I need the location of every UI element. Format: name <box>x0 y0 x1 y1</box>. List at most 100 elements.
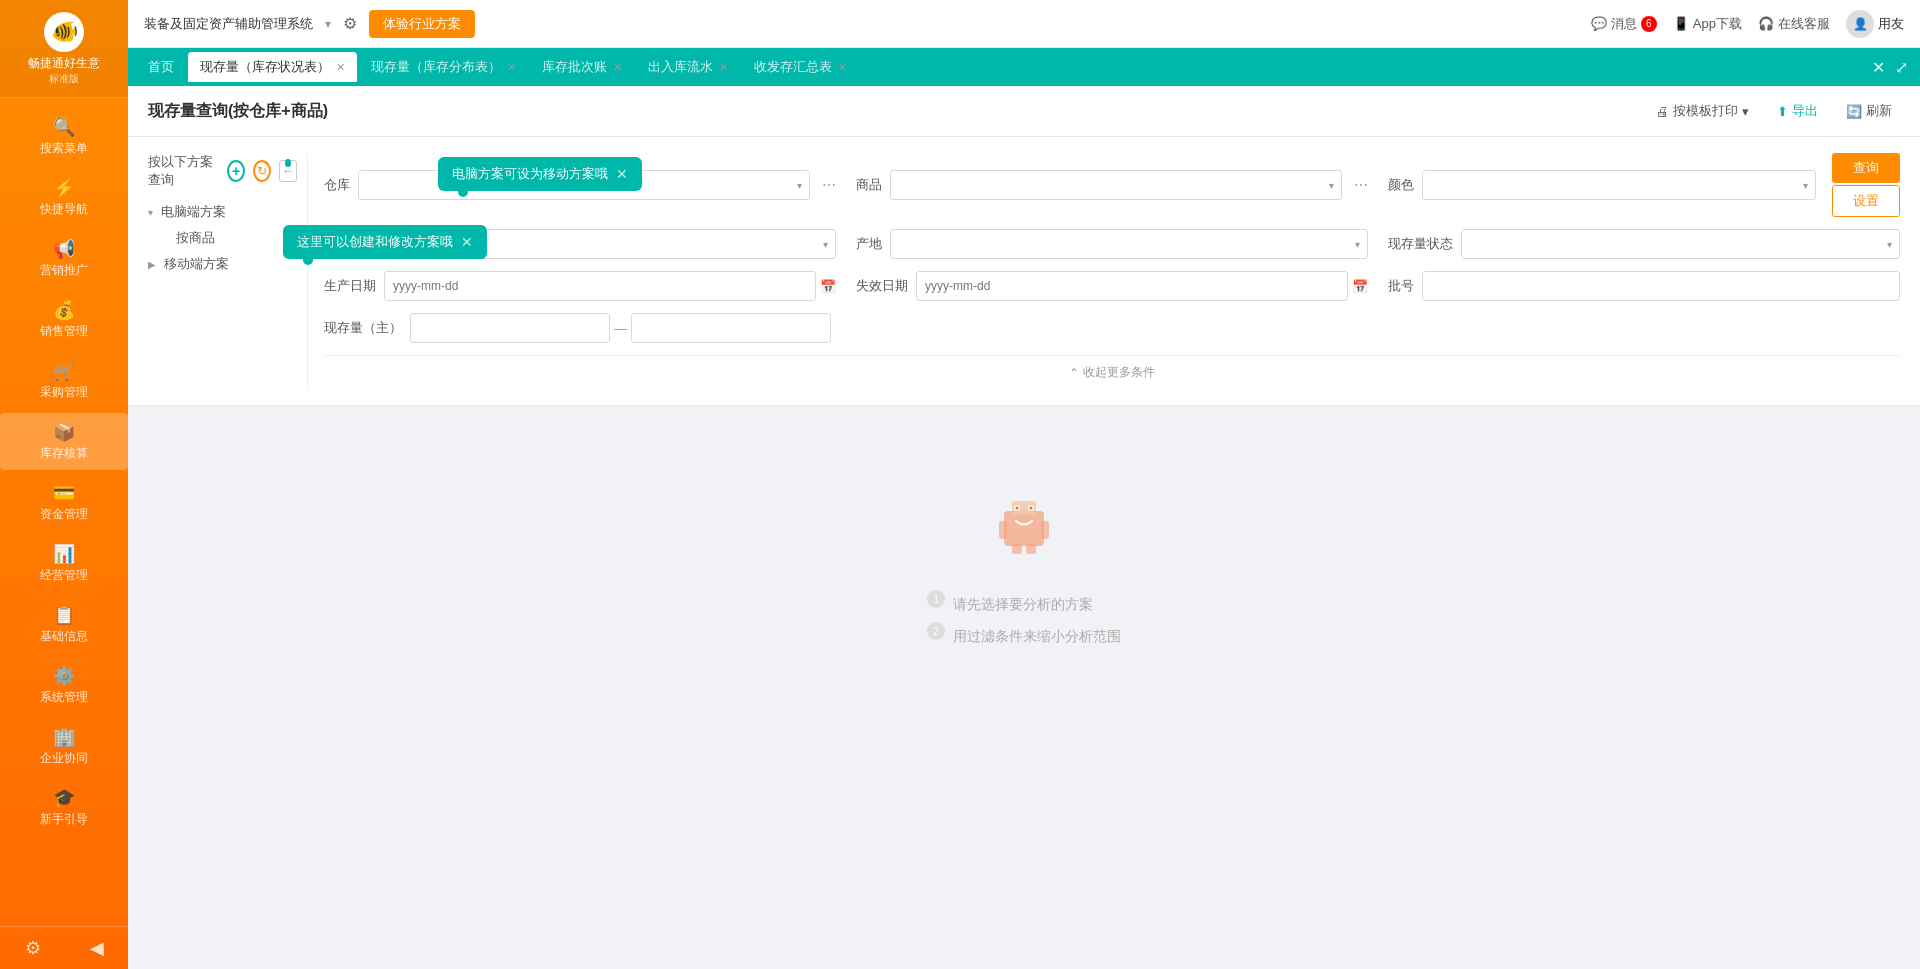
collapse-bar[interactable]: ⌃ 收起更多条件 <box>324 355 1900 389</box>
warehouse-more-icon[interactable]: ⋯ <box>822 177 836 193</box>
collapse-sidebar-icon[interactable]: ◀ <box>90 937 104 959</box>
scheme-item-goods[interactable]: 按商品 <box>168 227 291 249</box>
tab-home[interactable]: 首页 <box>136 58 186 76</box>
sidebar-item-newbie[interactable]: 🎓 新手引导 <box>0 779 128 836</box>
empty-step-1: 1 请先选择要分析的方案 <box>927 590 1121 618</box>
tab-batch[interactable]: 库存批次账 ✕ <box>530 52 634 82</box>
search-button[interactable]: 查询 <box>1832 153 1900 183</box>
expire-date-calendar-icon[interactable]: 📅 <box>1352 279 1368 294</box>
color-select-wrapper: ▾ <box>1422 170 1816 200</box>
expire-date-input[interactable] <box>916 271 1348 301</box>
tooltip-pc-to-mobile: 电脑方案可设为移动方案哦 ✕ <box>438 157 642 191</box>
sidebar-item-quick[interactable]: ⚡ 快捷导航 <box>0 169 128 226</box>
filter-left-panel: 按以下方案查询 + ↻ ← ▾ 电脑端方案 <box>148 153 308 389</box>
tooltip1-arrow <box>458 187 468 197</box>
sidebar-item-system[interactable]: ⚙️ 系统管理 <box>0 657 128 714</box>
trial-button[interactable]: 体验行业方案 <box>369 10 475 38</box>
tab-batch-close[interactable]: ✕ <box>613 61 622 74</box>
sidebar-item-enterprise[interactable]: 🏢 企业协同 <box>0 718 128 775</box>
refresh-button[interactable]: 🔄 刷新 <box>1838 98 1900 124</box>
stock-main-min-input[interactable] <box>410 313 610 343</box>
svg-rect-8 <box>1012 544 1022 554</box>
filter-refresh-button[interactable]: ↻ <box>253 160 271 182</box>
goods-label: 商品 <box>856 176 882 194</box>
sidebar-item-purchase[interactable]: 🛒 采购管理 <box>0 352 128 409</box>
sidebar-logo: 🐠 畅捷通好生意 标准版 <box>0 0 128 98</box>
print-icon: 🖨 <box>1656 104 1669 119</box>
sidebar-item-inventory[interactable]: 📦 库存核算 <box>0 413 128 470</box>
tab-inventory-dist-close[interactable]: ✕ <box>507 61 516 74</box>
color-label: 颜色 <box>1388 176 1414 194</box>
goods-select[interactable] <box>890 170 1342 200</box>
tooltip-text-1: 电脑方案可设为移动方案哦 <box>452 165 608 183</box>
step2-num: 2 <box>927 622 945 640</box>
produce-date-input[interactable] <box>384 271 816 301</box>
page-header-actions: 🖨 按模板打印 ▾ ⬆ 导出 🔄 刷新 <box>1648 98 1900 124</box>
set-button[interactable]: 设置 <box>1832 185 1900 217</box>
page-title: 现存量查询(按仓库+商品) <box>148 101 328 122</box>
goods-more-icon[interactable]: ⋯ <box>1354 177 1368 193</box>
app-download-action[interactable]: 📱 App下载 <box>1673 15 1742 33</box>
support-action[interactable]: 🎧 在线客服 <box>1758 15 1830 33</box>
sidebar: 🐠 畅捷通好生意 标准版 🔍 搜索菜单 ⚡ 快捷导航 📢 营销推广 💰 销售管理… <box>0 0 128 969</box>
stock-main-dash: — <box>614 321 627 336</box>
batch-no-input[interactable] <box>1422 271 1900 301</box>
stock-main-max-input[interactable] <box>631 313 831 343</box>
user-profile[interactable]: 👤 用友 <box>1846 10 1904 38</box>
logo-text: 畅捷通好生意 标准版 <box>28 56 100 85</box>
tab-inventory-dist[interactable]: 现存量（库存分布表） ✕ <box>359 52 528 82</box>
search-icon: 🔍 <box>53 116 75 138</box>
tab-close-all-icon[interactable]: ✕ <box>1868 54 1889 81</box>
origin-select[interactable] <box>890 229 1368 259</box>
sidebar-item-marketing[interactable]: 📢 营销推广 <box>0 230 128 287</box>
username: 用友 <box>1878 15 1904 33</box>
origin-label: 产地 <box>856 235 882 253</box>
tab-inventory-status-close[interactable]: ✕ <box>336 61 345 74</box>
settings-bottom-icon[interactable]: ⚙ <box>25 937 41 959</box>
goods-select-wrapper: ▾ <box>890 170 1342 200</box>
color-select[interactable] <box>1422 170 1816 200</box>
sidebar-item-finance[interactable]: 💳 资金管理 <box>0 474 128 531</box>
message-badge: 6 <box>1641 16 1657 32</box>
svg-rect-7 <box>1041 521 1049 539</box>
tooltip-create-scheme: 这里可以创建和修改方案哦 ✕ <box>283 225 487 259</box>
print-button[interactable]: 🖨 按模板打印 ▾ <box>1648 98 1757 124</box>
svg-rect-6 <box>999 521 1007 539</box>
sidebar-item-basic[interactable]: 📋 基础信息 <box>0 596 128 653</box>
filter-add-button[interactable]: + <box>227 160 245 182</box>
sidebar-item-sales[interactable]: 💰 销售管理 <box>0 291 128 348</box>
mobile-scheme-group: ▶ 移动端方案 <box>148 253 291 275</box>
filter-row-goods: 商品 ▾ ⋯ <box>856 153 1368 217</box>
export-button[interactable]: ⬆ 导出 <box>1769 98 1826 124</box>
pc-group-toggle[interactable]: ▾ <box>148 207 153 218</box>
avatar: 👤 <box>1846 10 1874 38</box>
scheme-item-label: 按商品 <box>176 229 215 247</box>
tab-receive[interactable]: 收发存汇总表 ✕ <box>742 52 859 82</box>
tooltip2-close-icon[interactable]: ✕ <box>461 234 473 250</box>
stock-status-select[interactable] <box>1461 229 1900 259</box>
tooltip1-close-icon[interactable]: ✕ <box>616 166 628 182</box>
empty-illustration <box>984 486 1064 566</box>
filter-row-stock-main: 现存量（主） — <box>324 313 1900 343</box>
filter-label: 按以下方案查询 <box>148 153 219 189</box>
stock-main-label: 现存量（主） <box>324 319 402 337</box>
message-action[interactable]: 💬 消息 6 <box>1591 15 1657 33</box>
empty-state: 1 请先选择要分析的方案 2 用过滤条件来缩小分析范围 <box>128 406 1920 734</box>
sidebar-item-business[interactable]: 📊 经营管理 <box>0 535 128 592</box>
mobile-group-toggle[interactable]: ▶ <box>148 259 156 270</box>
sidebar-item-search[interactable]: 🔍 搜索菜单 <box>0 108 128 165</box>
tab-inout-close[interactable]: ✕ <box>719 61 728 74</box>
tab-inout[interactable]: 出入库流水 ✕ <box>636 52 740 82</box>
produce-date-row: 📅 <box>384 271 836 301</box>
warehouse-label: 仓库 <box>324 176 350 194</box>
system-dropdown-icon[interactable]: ▾ <box>325 17 331 31</box>
tab-inventory-status[interactable]: 现存量（库存状况表） ✕ <box>188 52 357 82</box>
topbar-gear-icon[interactable]: ⚙ <box>343 14 357 33</box>
tooltip2-arrow <box>303 255 313 265</box>
filter-row-stock-status: 现存量状态 ▾ <box>1388 229 1900 259</box>
tab-fullscreen-icon[interactable]: ⤢ <box>1891 54 1912 81</box>
quick-icon: ⚡ <box>53 177 75 199</box>
produce-date-calendar-icon[interactable]: 📅 <box>820 279 836 294</box>
tab-receive-close[interactable]: ✕ <box>838 61 847 74</box>
pc-scheme-group: ▾ 电脑端方案 <box>148 201 291 223</box>
